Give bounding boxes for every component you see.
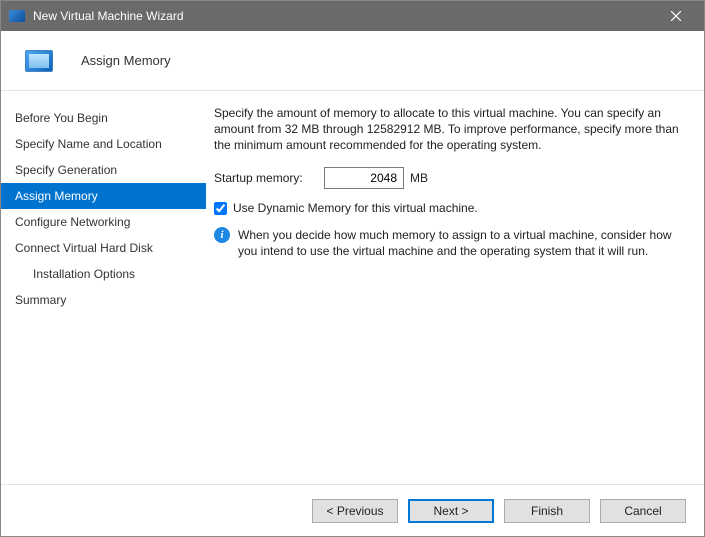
dynamic-memory-row: Use Dynamic Memory for this virtual mach… xyxy=(214,201,686,215)
description-text: Specify the amount of memory to allocate… xyxy=(214,105,686,153)
window-title: New Virtual Machine Wizard xyxy=(33,9,656,23)
dynamic-memory-checkbox[interactable] xyxy=(214,202,227,215)
finish-button[interactable]: Finish xyxy=(504,499,590,523)
close-button[interactable] xyxy=(656,1,696,31)
content-pane: Specify the amount of memory to allocate… xyxy=(206,91,704,484)
info-row: i When you decide how much memory to ass… xyxy=(214,227,686,259)
header: Assign Memory xyxy=(1,31,704,91)
close-icon xyxy=(671,11,681,21)
next-button[interactable]: Next > xyxy=(408,499,494,523)
nav-configure-networking[interactable]: Configure Networking xyxy=(1,209,206,235)
nav-summary[interactable]: Summary xyxy=(1,287,206,313)
nav-before-you-begin[interactable]: Before You Begin xyxy=(1,105,206,131)
previous-button[interactable]: < Previous xyxy=(312,499,398,523)
monitor-icon xyxy=(25,50,53,72)
nav-specify-name-location[interactable]: Specify Name and Location xyxy=(1,131,206,157)
nav-installation-options[interactable]: Installation Options xyxy=(1,261,206,287)
info-text: When you decide how much memory to assig… xyxy=(238,227,686,259)
body: Before You Begin Specify Name and Locati… xyxy=(1,91,704,484)
app-icon xyxy=(9,10,25,22)
wizard-window: New Virtual Machine Wizard Assign Memory… xyxy=(0,0,705,537)
footer: < Previous Next > Finish Cancel xyxy=(1,484,704,536)
startup-memory-row: Startup memory: MB xyxy=(214,167,686,189)
dynamic-memory-label: Use Dynamic Memory for this virtual mach… xyxy=(233,201,478,215)
wizard-steps-nav: Before You Begin Specify Name and Locati… xyxy=(1,91,206,484)
page-title: Assign Memory xyxy=(81,53,171,68)
titlebar: New Virtual Machine Wizard xyxy=(1,1,704,31)
startup-memory-input[interactable] xyxy=(324,167,404,189)
nav-specify-generation[interactable]: Specify Generation xyxy=(1,157,206,183)
memory-unit: MB xyxy=(410,171,428,185)
nav-assign-memory[interactable]: Assign Memory xyxy=(1,183,206,209)
startup-memory-label: Startup memory: xyxy=(214,171,324,185)
cancel-button[interactable]: Cancel xyxy=(600,499,686,523)
info-icon: i xyxy=(214,227,230,243)
nav-connect-vhd[interactable]: Connect Virtual Hard Disk xyxy=(1,235,206,261)
